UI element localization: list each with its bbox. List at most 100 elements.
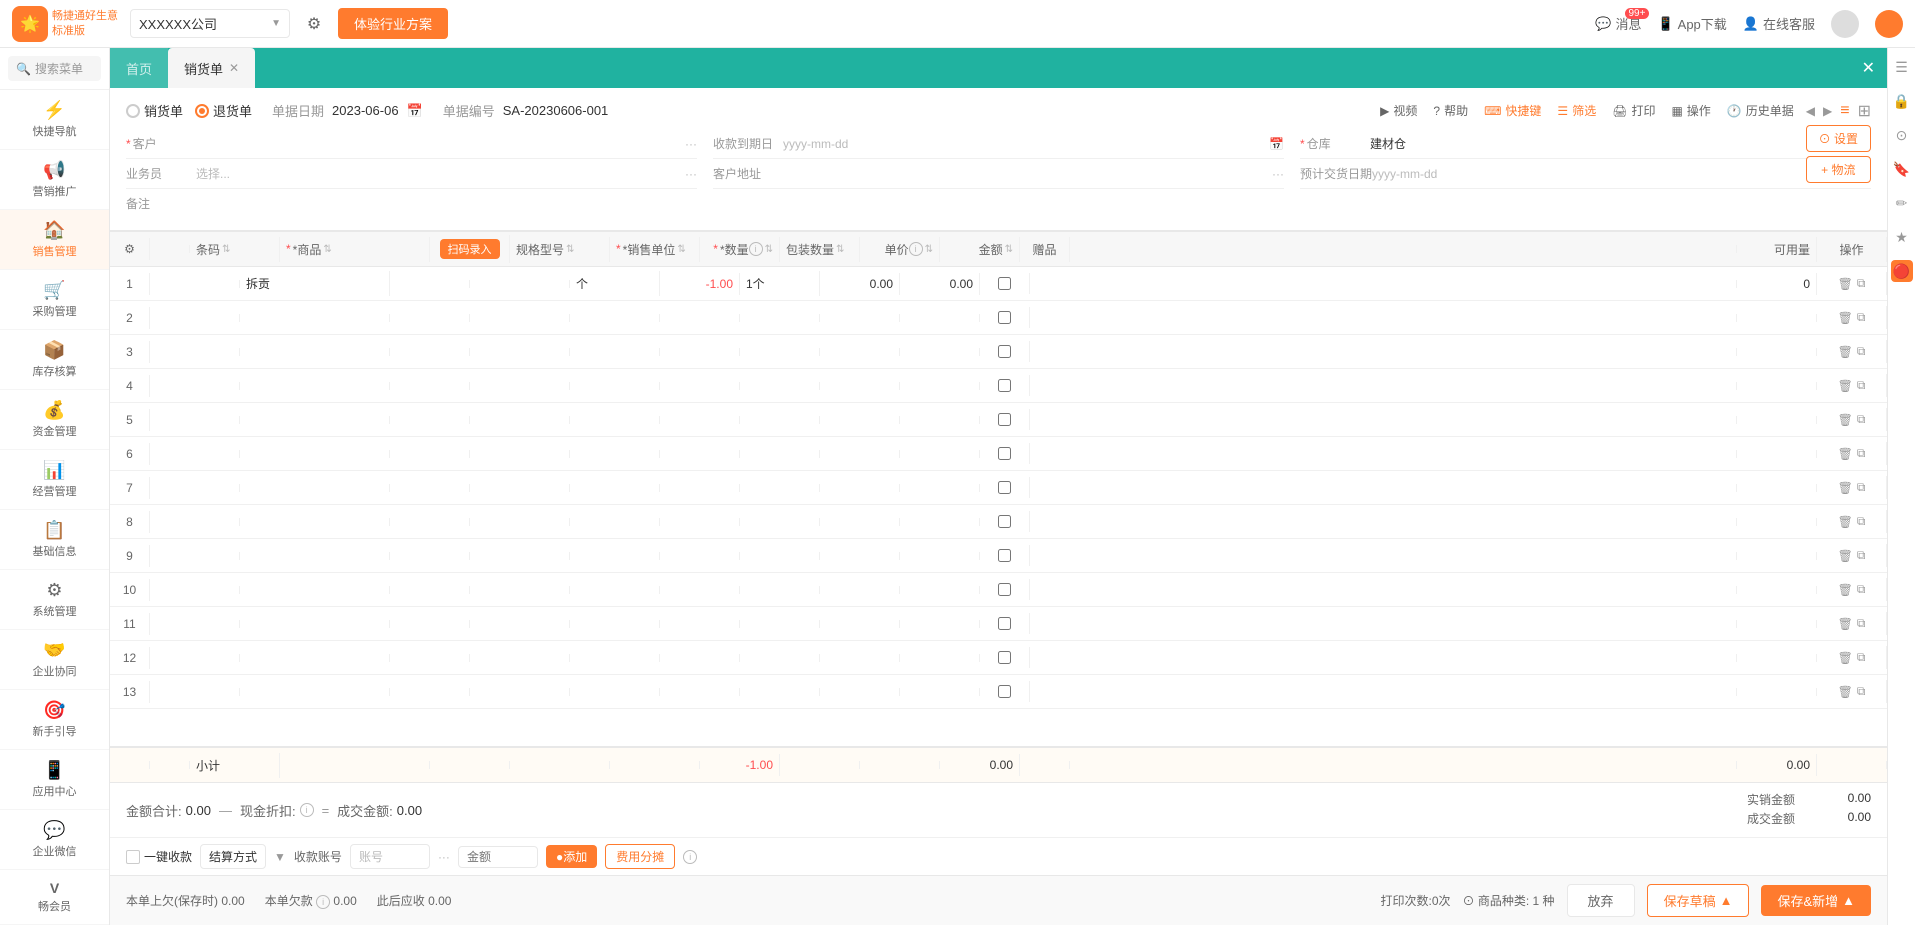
settle-arrow-icon[interactable]: ▼ [274, 850, 286, 864]
tab-sales-order[interactable]: 销货单 ✕ [168, 48, 255, 88]
row4-gift[interactable] [980, 375, 1030, 396]
row12-amount[interactable] [900, 654, 980, 662]
avatar2[interactable] [1875, 10, 1903, 38]
row1-amount[interactable]: 0.00 [900, 273, 980, 295]
row9-copy-icon[interactable]: ⧉ [1857, 548, 1866, 563]
company-selector[interactable]: XXXXXX公司 ▼ [130, 9, 290, 38]
row13-product[interactable] [240, 688, 390, 696]
row3-amount[interactable] [900, 348, 980, 356]
price-sort-icon[interactable]: ⇅ [925, 244, 933, 255]
row13-barcode[interactable] [150, 688, 240, 696]
row9-unit[interactable] [570, 552, 660, 560]
expected-date-input[interactable] [1372, 167, 1852, 181]
remarks-input[interactable] [196, 197, 1871, 211]
row10-copy-icon[interactable]: ⧉ [1857, 582, 1866, 597]
pkgqty-sort-icon[interactable]: ⇅ [836, 244, 844, 255]
row13-delete-icon[interactable]: 🗑 [1838, 685, 1853, 699]
row8-qty[interactable] [660, 518, 740, 526]
row5-pkgqty[interactable] [740, 416, 820, 424]
row3-copy-icon[interactable]: ⧉ [1857, 344, 1866, 359]
row8-unit[interactable] [570, 518, 660, 526]
debt-info-icon[interactable]: i [316, 895, 330, 909]
row8-product[interactable] [240, 518, 390, 526]
row6-spec[interactable] [470, 450, 570, 458]
row13-gift-checkbox[interactable] [998, 685, 1011, 698]
row5-product[interactable] [240, 416, 390, 424]
grid-view-icon[interactable]: ≡ [1840, 102, 1849, 120]
row8-delete-icon[interactable]: 🗑 [1838, 515, 1853, 529]
customer-addr-more-icon[interactable]: ··· [1272, 167, 1284, 181]
row9-pkgqty[interactable] [740, 552, 820, 560]
row3-spec[interactable] [470, 348, 570, 356]
radio-return-order[interactable]: 退货单 [195, 101, 252, 120]
row12-pkgqty[interactable] [740, 654, 820, 662]
barcode-sort-icon[interactable]: ⇅ [222, 244, 230, 255]
row12-desc[interactable] [1030, 654, 1737, 662]
row11-desc[interactable] [1030, 620, 1737, 628]
row8-amount[interactable] [900, 518, 980, 526]
row13-qty[interactable] [660, 688, 740, 696]
settings-button[interactable]: ⊙ 设置 [1806, 125, 1871, 152]
row10-spec[interactable] [470, 586, 570, 594]
row7-desc[interactable] [1030, 484, 1737, 492]
right-icon-list[interactable]: ☰ [1891, 56, 1913, 78]
row1-gift-checkbox[interactable] [998, 277, 1011, 290]
row4-delete-icon[interactable]: 🗑 [1838, 379, 1853, 393]
row4-price[interactable] [820, 382, 900, 390]
row4-spec[interactable] [470, 382, 570, 390]
row2-gift[interactable] [980, 307, 1030, 328]
row4-pkgqty[interactable] [740, 382, 820, 390]
row8-desc[interactable] [1030, 518, 1737, 526]
row2-desc[interactable] [1030, 314, 1737, 322]
row5-price[interactable] [820, 416, 900, 424]
row12-delete-icon[interactable]: 🗑 [1838, 651, 1853, 665]
sidebar-item-system[interactable]: ⚙ 系统管理 [0, 570, 109, 630]
scan-badge[interactable]: 扫码录入 [440, 239, 500, 259]
row7-unit[interactable] [570, 484, 660, 492]
sidebar-item-inventory[interactable]: 📦 库存核算 [0, 330, 109, 390]
row1-price[interactable]: 0.00 [820, 273, 900, 295]
row3-delete-icon[interactable]: 🗑 [1838, 345, 1853, 359]
row10-amount[interactable] [900, 586, 980, 594]
row13-pkgqty[interactable] [740, 688, 820, 696]
row7-copy-icon[interactable]: ⧉ [1857, 480, 1866, 495]
row10-price[interactable] [820, 586, 900, 594]
window-close-icon[interactable]: ✕ [1850, 58, 1887, 78]
row13-gift[interactable] [980, 681, 1030, 702]
row5-spec[interactable] [470, 416, 570, 424]
sidebar-item-vip[interactable]: V 畅会员 [0, 870, 109, 925]
row6-product[interactable] [240, 450, 390, 458]
row8-gift-checkbox[interactable] [998, 515, 1011, 528]
amount-input[interactable] [458, 846, 538, 868]
row6-pkgqty[interactable] [740, 450, 820, 458]
row9-product[interactable] [240, 552, 390, 560]
row2-price[interactable] [820, 314, 900, 322]
right-icon-eye[interactable]: ⊙ [1891, 124, 1913, 146]
row10-desc[interactable] [1030, 586, 1737, 594]
row1-barcode[interactable] [150, 280, 240, 288]
row9-barcode[interactable] [150, 552, 240, 560]
row9-spec[interactable] [470, 552, 570, 560]
row7-qty[interactable] [660, 484, 740, 492]
row6-unit[interactable] [570, 450, 660, 458]
row1-gift[interactable] [980, 273, 1030, 294]
row6-delete-icon[interactable]: 🗑 [1838, 447, 1853, 461]
row13-amount[interactable] [900, 688, 980, 696]
row7-price[interactable] [820, 484, 900, 492]
account-input[interactable]: 账号 [350, 844, 430, 869]
row12-product[interactable] [240, 654, 390, 662]
row7-gift[interactable] [980, 477, 1030, 498]
row3-qty[interactable] [660, 348, 740, 356]
row5-copy-icon[interactable]: ⧉ [1857, 412, 1866, 427]
row2-amount[interactable] [900, 314, 980, 322]
row1-qty[interactable]: -1.00 [660, 273, 740, 295]
row1-spec[interactable] [470, 280, 570, 288]
save-new-button[interactable]: 保存&新增 ▲ [1761, 885, 1871, 916]
row5-barcode[interactable] [150, 416, 240, 424]
row5-gift-checkbox[interactable] [998, 413, 1011, 426]
row8-barcode[interactable] [150, 518, 240, 526]
row4-gift-checkbox[interactable] [998, 379, 1011, 392]
row3-desc[interactable] [1030, 348, 1737, 356]
row9-price[interactable] [820, 552, 900, 560]
sidebar-item-wechat[interactable]: 💬 企业微信 [0, 810, 109, 870]
